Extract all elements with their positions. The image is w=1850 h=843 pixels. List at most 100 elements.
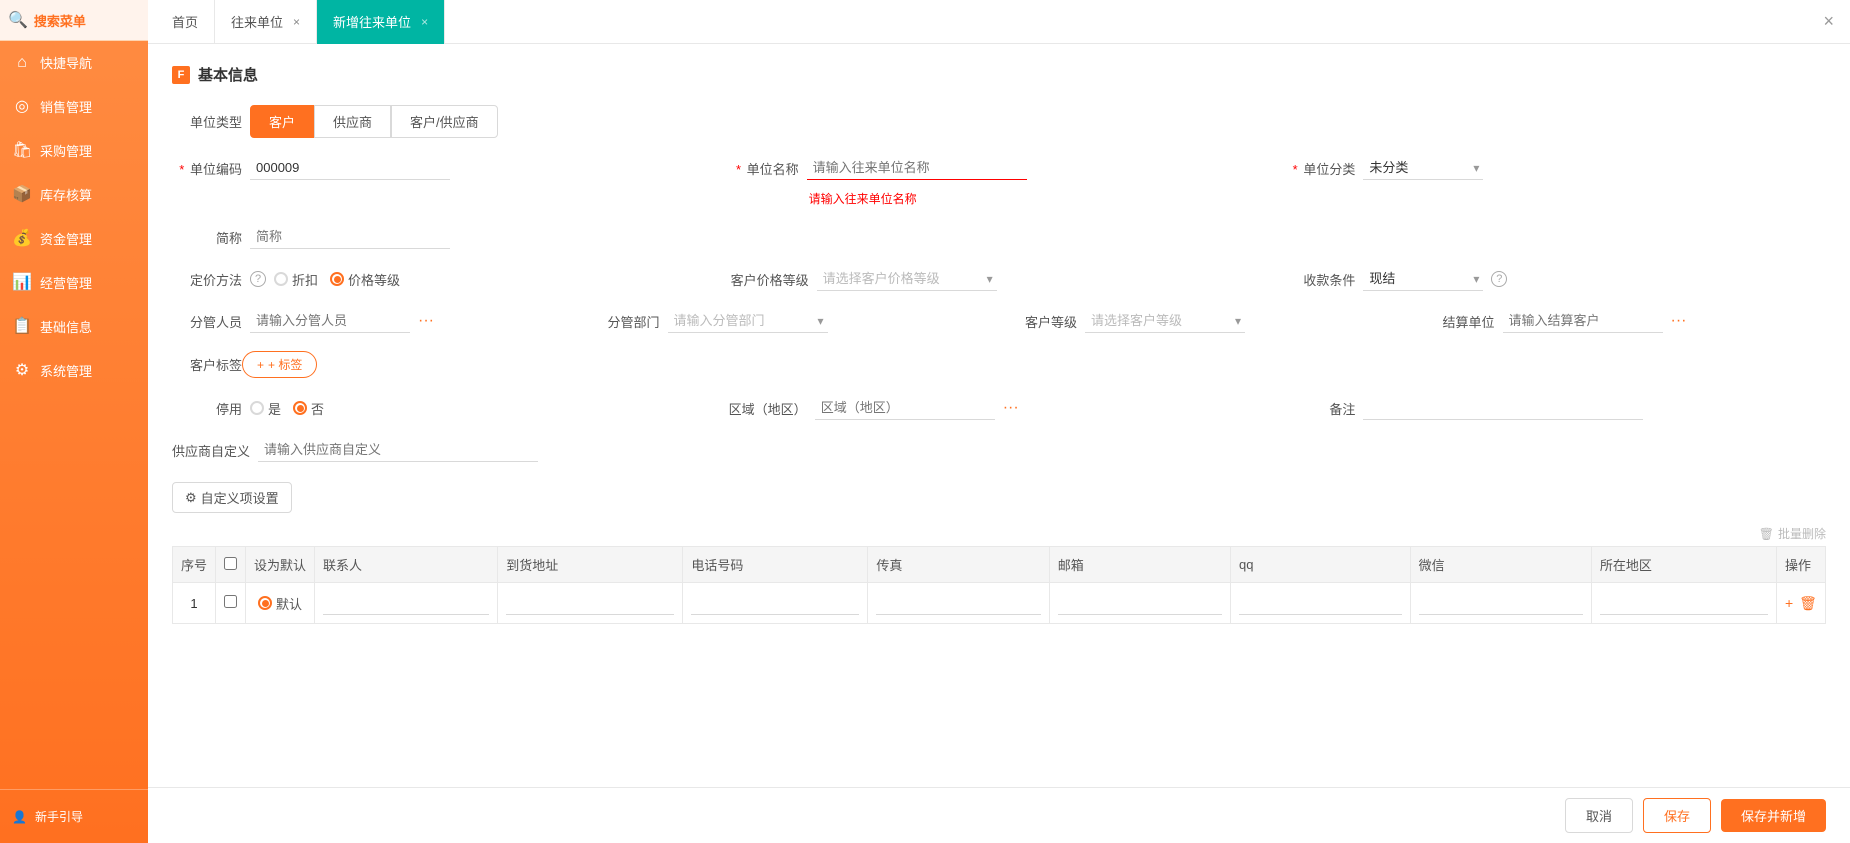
- pricing-radio-discount[interactable]: 折扣: [274, 270, 318, 289]
- search-icon: 🔍: [8, 10, 28, 30]
- required-star-cat: *: [1293, 162, 1298, 177]
- cell-seq: 1: [173, 583, 216, 624]
- supplier-custom-label: 供应商自定义: [172, 441, 250, 460]
- settlement-label: 结算单位: [1425, 312, 1495, 331]
- cancel-button[interactable]: 取消: [1565, 798, 1633, 833]
- short-name-row: 简称: [172, 225, 1826, 249]
- sidebar-item-finance[interactable]: 💰 资金管理: [0, 216, 148, 260]
- sidebar-item-quick-nav[interactable]: ⌂ 快捷导航: [0, 41, 148, 84]
- disabled-no[interactable]: 否: [293, 399, 324, 418]
- default-radio[interactable]: 默认: [254, 594, 306, 613]
- unit-category-label: * 单位分类: [1285, 159, 1355, 178]
- sidebar-item-sys-mgmt[interactable]: ⚙ 系统管理: [0, 348, 148, 392]
- level-radio-label: 价格等级: [348, 270, 400, 289]
- cust-level-select[interactable]: 请选择客户等级: [1085, 309, 1245, 333]
- tab-contacts[interactable]: 往来单位 ×: [215, 0, 317, 44]
- operations-icon: 📊: [12, 272, 32, 292]
- pricing-help-icon[interactable]: ?: [250, 271, 266, 287]
- unit-code-input[interactable]: [250, 156, 450, 180]
- search-menu-label: 搜索菜单: [34, 11, 86, 30]
- tab-home[interactable]: 首页: [156, 0, 215, 44]
- unit-type-label: 单位类型: [172, 112, 242, 131]
- payment-terms-select-wrapper: 现结: [1363, 267, 1483, 291]
- row-wechat-input[interactable]: [1419, 591, 1583, 615]
- sys-icon: ⚙: [12, 360, 32, 380]
- tab-contacts-label: 往来单位: [231, 12, 283, 31]
- disabled-yes-label: 是: [268, 399, 281, 418]
- supervisor-input[interactable]: [250, 309, 410, 333]
- cust-price-select[interactable]: 请选择客户价格等级: [817, 267, 997, 291]
- sales-icon: ◎: [12, 96, 32, 116]
- disabled-region-row: 停用 是 否 区域（地区） ···: [172, 396, 1826, 420]
- supplier-custom-input[interactable]: [258, 438, 538, 462]
- section-title: 基本信息: [198, 64, 258, 85]
- unit-btn-both[interactable]: 客户/供应商: [391, 105, 498, 138]
- contact-table: 序号 设为默认 联系人 到货地址 电话号码 传真 邮箱 qq 微信 所在地区 操…: [172, 546, 1826, 624]
- sidebar-item-basic-info[interactable]: 📋 基础信息: [0, 304, 148, 348]
- cust-level-select-wrapper: 请选择客户等级: [1085, 309, 1245, 333]
- save-new-button[interactable]: 保存并新增: [1721, 799, 1826, 832]
- row-fax-input[interactable]: [876, 591, 1040, 615]
- row-email-input[interactable]: [1058, 591, 1222, 615]
- sidebar-item-operations[interactable]: 📊 经营管理: [0, 260, 148, 304]
- dept-select[interactable]: 请输入分管部门: [668, 309, 828, 333]
- add-tag-button[interactable]: + + 标签: [242, 351, 317, 378]
- select-all-checkbox[interactable]: [224, 557, 237, 570]
- unit-name-label: * 单位名称: [729, 159, 799, 178]
- sidebar-item-sales[interactable]: ◎ 销售管理: [0, 84, 148, 128]
- finance-icon: 💰: [12, 228, 32, 248]
- unit-btn-supplier[interactable]: 供应商: [314, 105, 391, 138]
- row-checkbox[interactable]: [224, 595, 237, 608]
- plus-icon: +: [257, 358, 264, 372]
- batch-delete-area[interactable]: 🗑 批量删除: [172, 525, 1826, 542]
- col-default: 设为默认: [246, 547, 315, 583]
- sidebar-item-new-guide[interactable]: 👤 新手引导: [0, 800, 148, 833]
- col-address: 到货地址: [498, 547, 683, 583]
- unit-name-input[interactable]: [807, 156, 1027, 180]
- region-more-btn[interactable]: ···: [999, 399, 1023, 417]
- settlement-input[interactable]: [1503, 309, 1663, 333]
- default-radio-circle: [258, 596, 272, 610]
- payment-help-icon[interactable]: ?: [1491, 271, 1507, 287]
- row-area-input[interactable]: [1600, 591, 1768, 615]
- home-icon: ⌂: [12, 54, 32, 72]
- default-radio-label: 默认: [276, 594, 302, 613]
- level-radio-circle: [330, 272, 344, 286]
- row-phone-input[interactable]: [691, 591, 859, 615]
- payment-terms-select[interactable]: 现结: [1363, 267, 1483, 291]
- pricing-radio-level[interactable]: 价格等级: [330, 270, 400, 289]
- section-icon: F: [172, 66, 190, 84]
- add-row-button[interactable]: +: [1785, 595, 1793, 612]
- cell-phone: [683, 583, 868, 624]
- sidebar-item-purchase[interactable]: 🛍 采购管理: [0, 128, 148, 172]
- window-close-icon[interactable]: ×: [1815, 11, 1842, 32]
- custom-settings-button[interactable]: ⚙ 自定义项设置: [172, 482, 292, 513]
- region-input-group: ···: [815, 396, 1023, 420]
- cust-price-select-wrapper: 请选择客户价格等级: [817, 267, 997, 291]
- sidebar-item-label-operations: 经营管理: [40, 273, 92, 292]
- settlement-more-btn[interactable]: ···: [1667, 312, 1691, 330]
- row-qq-input[interactable]: [1239, 591, 1402, 615]
- save-button[interactable]: 保存: [1643, 798, 1711, 833]
- supervisor-row: 分管人员 ··· 分管部门 请输入分管部门 客户等级 请选择客户等: [172, 309, 1826, 333]
- search-menu[interactable]: 🔍 搜索菜单: [0, 0, 148, 41]
- basic-info-icon: 📋: [12, 316, 32, 336]
- row-address-input[interactable]: [506, 591, 674, 615]
- col-action: 操作: [1776, 547, 1825, 583]
- region-input[interactable]: [815, 396, 995, 420]
- unit-btn-customer[interactable]: 客户: [250, 105, 314, 138]
- tab-contacts-close[interactable]: ×: [293, 15, 300, 29]
- tab-new-contact[interactable]: 新增往来单位 ×: [317, 0, 445, 44]
- disabled-yes[interactable]: 是: [250, 399, 281, 418]
- short-name-input[interactable]: [250, 225, 450, 249]
- supervisor-more-btn[interactable]: ···: [414, 312, 438, 330]
- unit-category-select[interactable]: 未分类: [1363, 156, 1483, 180]
- form-content: F 基本信息 单位类型 客户 供应商 客户/供应商 * 单位编码: [148, 44, 1850, 787]
- delete-row-button[interactable]: 🗑: [1799, 595, 1817, 612]
- col-qq: qq: [1230, 547, 1410, 583]
- disabled-yes-circle: [250, 401, 264, 415]
- sidebar-item-inventory[interactable]: 📦 库存核算: [0, 172, 148, 216]
- remark-input[interactable]: [1363, 396, 1643, 420]
- tab-new-contact-close[interactable]: ×: [421, 15, 428, 29]
- row-contact-input[interactable]: [323, 591, 489, 615]
